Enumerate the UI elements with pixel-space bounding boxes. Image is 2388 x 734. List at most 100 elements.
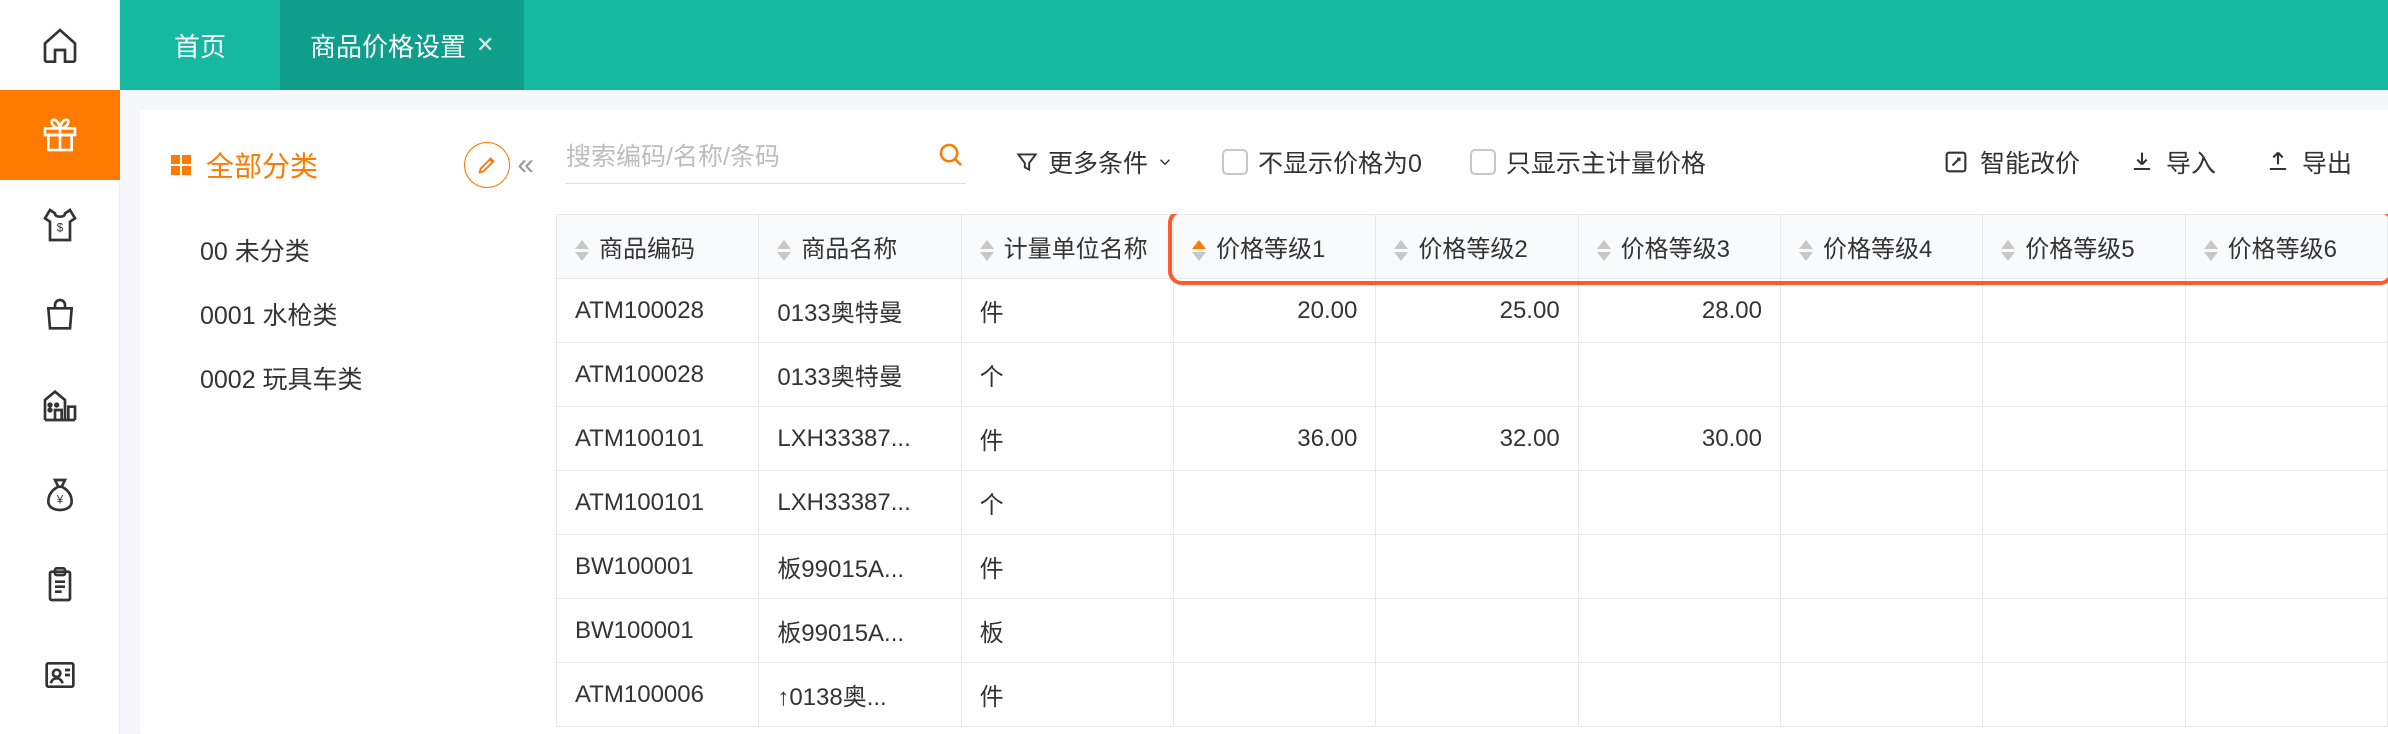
cell-p5[interactable] bbox=[1983, 407, 2185, 471]
nav-clipboard[interactable] bbox=[0, 540, 120, 630]
cell-code[interactable]: BW100001 bbox=[557, 535, 759, 599]
col-uom[interactable]: 计量单位名称 bbox=[961, 215, 1173, 279]
cell-p6[interactable] bbox=[2185, 535, 2387, 599]
cell-p6[interactable] bbox=[2185, 343, 2387, 407]
category-item[interactable]: 00 未分类 bbox=[140, 218, 530, 282]
cell-code[interactable]: ATM100006 bbox=[557, 663, 759, 727]
cell-code[interactable]: BW100001 bbox=[557, 599, 759, 663]
col-p6[interactable]: 价格等级6 bbox=[2185, 215, 2387, 279]
nav-contact[interactable] bbox=[0, 630, 120, 720]
cell-name[interactable]: 板99015A... bbox=[759, 599, 961, 663]
category-item[interactable]: 0002 玩具车类 bbox=[140, 346, 530, 410]
cell-p3[interactable]: 30.00 bbox=[1578, 407, 1780, 471]
cell-p2[interactable] bbox=[1376, 343, 1578, 407]
cell-name[interactable]: 0133奥特曼 bbox=[759, 343, 961, 407]
category-header[interactable]: 全部分类 bbox=[140, 124, 530, 218]
tab-home[interactable]: 首页 bbox=[120, 0, 280, 90]
cell-name[interactable]: 板99015A... bbox=[759, 535, 961, 599]
cell-p4[interactable] bbox=[1780, 343, 1982, 407]
col-p4[interactable]: 价格等级4 bbox=[1780, 215, 1982, 279]
cell-p3[interactable] bbox=[1578, 471, 1780, 535]
cell-p5[interactable] bbox=[1983, 343, 2185, 407]
table-row[interactable]: ATM1000280133奥特曼个 bbox=[557, 343, 2388, 407]
cell-p4[interactable] bbox=[1780, 599, 1982, 663]
cell-p4[interactable] bbox=[1780, 407, 1982, 471]
cell-p2[interactable] bbox=[1376, 663, 1578, 727]
cell-uom[interactable]: 板 bbox=[961, 599, 1173, 663]
cell-p6[interactable] bbox=[2185, 599, 2387, 663]
close-icon[interactable]: ✕ bbox=[476, 32, 494, 58]
checkbox-hide-zero[interactable]: 不显示价格为0 bbox=[1222, 144, 1422, 180]
col-code[interactable]: 商品编码 bbox=[557, 215, 759, 279]
edit-category-button[interactable] bbox=[464, 142, 510, 188]
cell-p1[interactable] bbox=[1174, 343, 1376, 407]
tab-price-setting[interactable]: 商品价格设置 ✕ bbox=[280, 0, 524, 90]
cell-p5[interactable] bbox=[1983, 471, 2185, 535]
search-input[interactable] bbox=[566, 143, 936, 172]
cell-p2[interactable] bbox=[1376, 471, 1578, 535]
category-item[interactable]: 0001 水枪类 bbox=[140, 282, 530, 346]
cell-p3[interactable] bbox=[1578, 663, 1780, 727]
more-filter-button[interactable]: 更多条件 bbox=[1014, 144, 1174, 180]
col-p2[interactable]: 价格等级2 bbox=[1376, 215, 1578, 279]
cell-p3[interactable] bbox=[1578, 535, 1780, 599]
cell-p5[interactable] bbox=[1983, 599, 2185, 663]
cell-p4[interactable] bbox=[1780, 471, 1982, 535]
table-row[interactable]: ATM100101LXH33387...个 bbox=[557, 471, 2388, 535]
cell-uom[interactable]: 件 bbox=[961, 407, 1173, 471]
cell-p6[interactable] bbox=[2185, 471, 2387, 535]
cell-p3[interactable]: 28.00 bbox=[1578, 279, 1780, 343]
collapse-sidebar-button[interactable]: « bbox=[517, 148, 534, 182]
cell-p3[interactable] bbox=[1578, 599, 1780, 663]
col-p5[interactable]: 价格等级5 bbox=[1983, 215, 2185, 279]
nav-shirt[interactable]: $ bbox=[0, 180, 120, 270]
cell-name[interactable]: ↑0138奥... bbox=[759, 663, 961, 727]
cell-p1[interactable] bbox=[1174, 535, 1376, 599]
cell-p5[interactable] bbox=[1983, 663, 2185, 727]
nav-money-bag[interactable]: ¥ bbox=[0, 450, 120, 540]
cell-p3[interactable] bbox=[1578, 343, 1780, 407]
col-p3[interactable]: 价格等级3 bbox=[1578, 215, 1780, 279]
cell-p4[interactable] bbox=[1780, 663, 1982, 727]
nav-bag[interactable] bbox=[0, 270, 120, 360]
nav-gift[interactable] bbox=[0, 90, 120, 180]
cell-name[interactable]: 0133奥特曼 bbox=[759, 279, 961, 343]
cell-p1[interactable] bbox=[1174, 599, 1376, 663]
cell-code[interactable]: ATM100028 bbox=[557, 343, 759, 407]
cell-p2[interactable]: 25.00 bbox=[1376, 279, 1578, 343]
cell-uom[interactable]: 件 bbox=[961, 663, 1173, 727]
table-row[interactable]: BW100001板99015A...板 bbox=[557, 599, 2388, 663]
cell-uom[interactable]: 件 bbox=[961, 535, 1173, 599]
cell-p2[interactable]: 32.00 bbox=[1376, 407, 1578, 471]
cell-name[interactable]: LXH33387... bbox=[759, 471, 961, 535]
cell-p4[interactable] bbox=[1780, 535, 1982, 599]
col-p1[interactable]: 价格等级1 bbox=[1174, 215, 1376, 279]
cell-code[interactable]: ATM100101 bbox=[557, 471, 759, 535]
cell-uom[interactable]: 个 bbox=[961, 471, 1173, 535]
cell-p5[interactable] bbox=[1983, 535, 2185, 599]
table-row[interactable]: ATM100006↑0138奥...件 bbox=[557, 663, 2388, 727]
cell-p6[interactable] bbox=[2185, 663, 2387, 727]
cell-p1[interactable]: 36.00 bbox=[1174, 407, 1376, 471]
smart-edit-button[interactable]: 智能改价 bbox=[1942, 144, 2080, 180]
cell-p2[interactable] bbox=[1376, 599, 1578, 663]
import-button[interactable]: 导入 bbox=[2128, 144, 2216, 180]
table-row[interactable]: ATM1000280133奥特曼件20.0025.0028.00 bbox=[557, 279, 2388, 343]
cell-code[interactable]: ATM100028 bbox=[557, 279, 759, 343]
cell-p1[interactable]: 20.00 bbox=[1174, 279, 1376, 343]
cell-code[interactable]: ATM100101 bbox=[557, 407, 759, 471]
checkbox-main-uom[interactable]: 只显示主计量价格 bbox=[1470, 144, 1706, 180]
cell-p4[interactable] bbox=[1780, 279, 1982, 343]
cell-uom[interactable]: 件 bbox=[961, 279, 1173, 343]
cell-p6[interactable] bbox=[2185, 407, 2387, 471]
export-button[interactable]: 导出 bbox=[2264, 144, 2352, 180]
table-row[interactable]: BW100001板99015A...件 bbox=[557, 535, 2388, 599]
search-icon[interactable] bbox=[936, 140, 966, 175]
cell-p5[interactable] bbox=[1983, 279, 2185, 343]
cell-name[interactable]: LXH33387... bbox=[759, 407, 961, 471]
nav-home[interactable] bbox=[0, 0, 120, 90]
table-row[interactable]: ATM100101LXH33387...件36.0032.0030.00 bbox=[557, 407, 2388, 471]
nav-building[interactable] bbox=[0, 360, 120, 450]
cell-uom[interactable]: 个 bbox=[961, 343, 1173, 407]
cell-p1[interactable] bbox=[1174, 663, 1376, 727]
